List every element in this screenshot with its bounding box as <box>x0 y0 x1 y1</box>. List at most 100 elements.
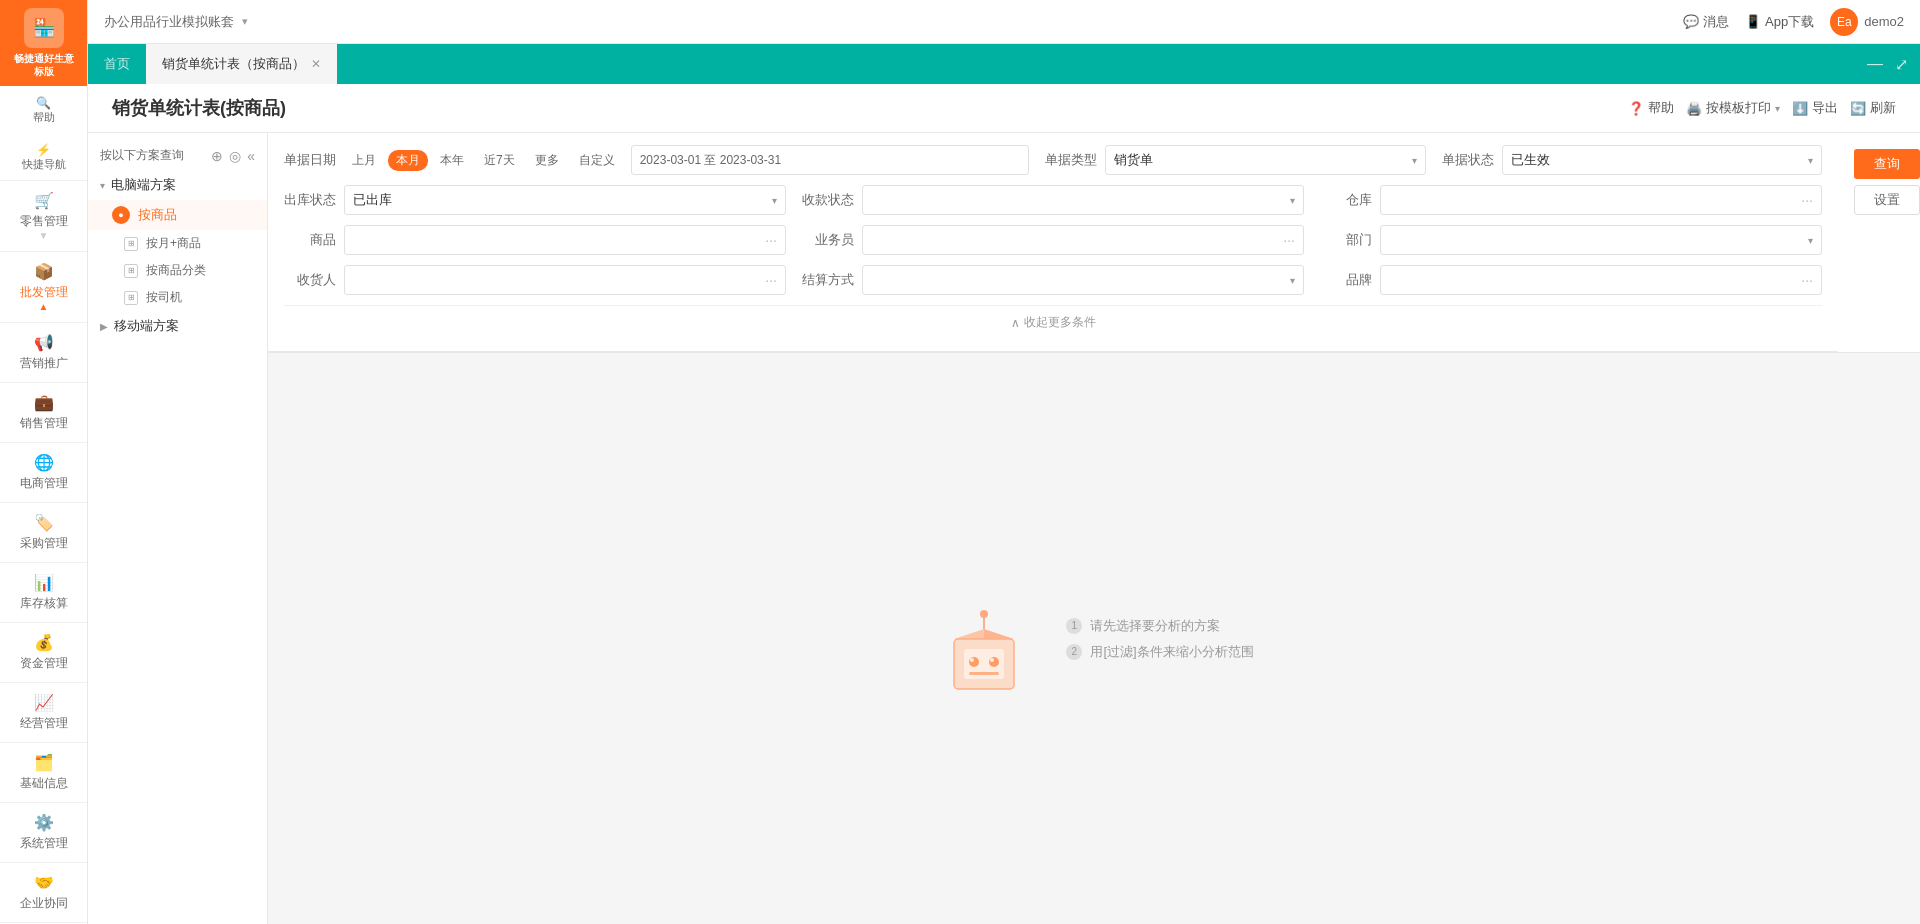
sales-icon: 💼 <box>34 393 54 412</box>
empty-hint-2: 2 用[过滤]条件来缩小分析范围 <box>1066 643 1253 661</box>
out-status-control[interactable]: 已出库 ▾ <box>344 185 786 215</box>
payment-method-control[interactable]: ▾ <box>862 265 1304 295</box>
department-control[interactable]: ▾ <box>1380 225 1822 255</box>
sidebar-search[interactable]: 🔍 帮助 <box>0 86 87 135</box>
sidebar-item-basic[interactable]: 🗂️ 基础信息 <box>0 743 87 803</box>
date-tab-this-month[interactable]: 本月 <box>388 150 428 171</box>
svg-point-10 <box>970 658 974 662</box>
empty-state: 1 请先选择要分析的方案 2 用[过滤]条件来缩小分析范围 <box>268 353 1920 924</box>
by-product-icon: ● <box>112 206 130 224</box>
message-label: 消息 <box>1703 13 1729 31</box>
date-range-input[interactable]: 2023-03-01 至 2023-03-31 <box>631 145 1029 175</box>
purchase-icon: 🏷️ <box>34 513 54 532</box>
salesperson-control[interactable]: ··· <box>862 225 1304 255</box>
mobile-group-title[interactable]: ▶ 移动端方案 <box>88 311 267 341</box>
scheme-item-by-category[interactable]: ⊞ 按商品分类 <box>88 257 267 284</box>
print-btn[interactable]: 🖨️ 按模板打印 ▾ <box>1686 99 1780 117</box>
filter-row-4: 收货人 ··· 结算方式 ▾ <box>284 265 1822 295</box>
date-tab-this-year[interactable]: 本年 <box>432 150 472 171</box>
collapse-panel-icon[interactable]: « <box>247 148 255 164</box>
date-tab-custom[interactable]: 自定义 <box>571 150 623 171</box>
by-cashier-label: 按司机 <box>146 289 182 306</box>
message-btn[interactable]: 💬 消息 <box>1683 13 1729 31</box>
top-header: 办公用品行业模拟账套 ▾ 💬 消息 📱 App下载 Ea demo2 <box>88 0 1920 44</box>
sidebar-item-finance[interactable]: 💰 资金管理 <box>0 623 87 683</box>
tab-report[interactable]: 销货单统计表（按商品） ✕ <box>146 44 337 84</box>
sidebar: 🏪 畅捷通好生意 标版 🔍 帮助 ⚡ 快捷导航 🛒 零售管理 ▼ 📦 批发管理 … <box>0 0 88 924</box>
desktop-group-title[interactable]: ▾ 电脑端方案 <box>88 170 267 200</box>
collapse-btn[interactable]: ∧ 收起更多条件 <box>1011 314 1096 331</box>
sidebar-item-marketing[interactable]: 📢 营销推广 <box>0 323 87 383</box>
date-tab-7days[interactable]: 近7天 <box>476 150 523 171</box>
brand-dots[interactable]: ··· <box>1801 272 1813 288</box>
sidebar-item-system[interactable]: ⚙️ 系统管理 <box>0 803 87 863</box>
help-btn[interactable]: ❓ 帮助 <box>1628 99 1674 117</box>
dropdown-arrow[interactable]: ▾ <box>242 15 248 28</box>
product-dots[interactable]: ··· <box>765 232 777 248</box>
brand-control[interactable]: ··· <box>1380 265 1822 295</box>
download-icon: 📱 <box>1745 14 1761 29</box>
print-dropdown-icon[interactable]: ▾ <box>1775 103 1780 114</box>
refresh-btn[interactable]: 🔄 刷新 <box>1850 99 1896 117</box>
doc-type-control[interactable]: 销货单 ▾ <box>1105 145 1425 175</box>
date-tab-more[interactable]: 更多 <box>527 150 567 171</box>
sidebar-item-quicknav[interactable]: ⚡ 快捷导航 <box>0 135 87 181</box>
sidebar-search-label: 帮助 <box>4 110 83 125</box>
page-title: 销货单统计表(按商品) <box>112 96 286 132</box>
tab-minimize-btn[interactable]: — <box>1863 51 1887 77</box>
scheme-item-by-product[interactable]: ● 按商品 <box>88 200 267 230</box>
out-status-chevron: ▾ <box>772 195 777 206</box>
quicknav-icon: ⚡ <box>4 143 83 157</box>
edit-scheme-icon[interactable]: ◎ <box>229 148 241 164</box>
payment-control[interactable]: ▾ <box>862 185 1304 215</box>
date-tabs: 上月 本月 本年 近7天 更多 自定义 <box>344 150 623 171</box>
wholesale-icon: 📦 <box>34 262 54 281</box>
tab-bar: 首页 销货单统计表（按商品） ✕ — ⤢ <box>88 44 1920 84</box>
inventory-icon: 📊 <box>34 573 54 592</box>
product-filter: 商品 ··· <box>284 225 786 255</box>
scheme-item-by-month-product[interactable]: ⊞ 按月+商品 <box>88 230 267 257</box>
tab-maximize-btn[interactable]: ⤢ <box>1891 51 1912 78</box>
page-header-actions: ❓ 帮助 🖨️ 按模板打印 ▾ ⬇️ 导出 🔄 刷新 <box>1628 99 1896 129</box>
industry-label[interactable]: 办公用品行业模拟账套 <box>104 13 234 31</box>
warehouse-control[interactable]: ··· <box>1380 185 1822 215</box>
sidebar-item-retail[interactable]: 🛒 零售管理 ▼ <box>0 181 87 252</box>
sidebar-item-inventory[interactable]: 📊 库存核算 <box>0 563 87 623</box>
sidebar-item-sales[interactable]: 💼 销售管理 <box>0 383 87 443</box>
svg-point-6 <box>989 657 999 667</box>
date-tab-last-month[interactable]: 上月 <box>344 150 384 171</box>
collapse-row: ∧ 收起更多条件 <box>284 305 1822 339</box>
salesperson-dots[interactable]: ··· <box>1283 232 1295 248</box>
query-button[interactable]: 查询 <box>1854 149 1920 179</box>
recipient-control[interactable]: ··· <box>344 265 786 295</box>
out-status-value: 已出库 <box>353 191 772 209</box>
svg-marker-1 <box>954 629 984 639</box>
empty-hint-2-text: 用[过滤]条件来缩小分析范围 <box>1090 643 1253 661</box>
app-download-btn[interactable]: 📱 App下载 <box>1745 13 1814 31</box>
tab-home[interactable]: 首页 <box>88 44 146 84</box>
sidebar-item-purchase[interactable]: 🏷️ 采购管理 <box>0 503 87 563</box>
logo-text: 畅捷通好生意 <box>14 52 74 65</box>
by-category-icon: ⊞ <box>124 264 138 278</box>
warehouse-dots[interactable]: ··· <box>1801 192 1813 208</box>
marketing-icon: 📢 <box>34 333 54 352</box>
export-btn[interactable]: ⬇️ 导出 <box>1792 99 1838 117</box>
sidebar-item-wholesale[interactable]: 📦 批发管理 ▲ <box>0 252 87 323</box>
settings-button[interactable]: 设置 <box>1854 185 1920 215</box>
tab-close-icon[interactable]: ✕ <box>311 57 321 71</box>
scheme-item-by-cashier[interactable]: ⊞ 按司机 <box>88 284 267 311</box>
salesperson-filter: 业务员 ··· <box>802 225 1304 255</box>
by-category-label: 按商品分类 <box>146 262 206 279</box>
product-control[interactable]: ··· <box>344 225 786 255</box>
doc-status-filter: 单据状态 已生效 ▾ <box>1442 145 1822 175</box>
sidebar-item-ecommerce[interactable]: 🌐 电商管理 <box>0 443 87 503</box>
payment-chevron: ▾ <box>1290 195 1295 206</box>
mobile-group-label: 移动端方案 <box>114 317 179 335</box>
sidebar-item-enterprise[interactable]: 🤝 企业协同 <box>0 863 87 923</box>
user-area[interactable]: Ea demo2 <box>1830 8 1904 36</box>
sidebar-item-operations[interactable]: 📈 经营管理 <box>0 683 87 743</box>
filter-row-3: 商品 ··· 业务员 ··· <box>284 225 1822 255</box>
add-scheme-icon[interactable]: ⊕ <box>211 148 223 164</box>
recipient-dots[interactable]: ··· <box>765 272 777 288</box>
doc-status-control[interactable]: 已生效 ▾ <box>1502 145 1822 175</box>
